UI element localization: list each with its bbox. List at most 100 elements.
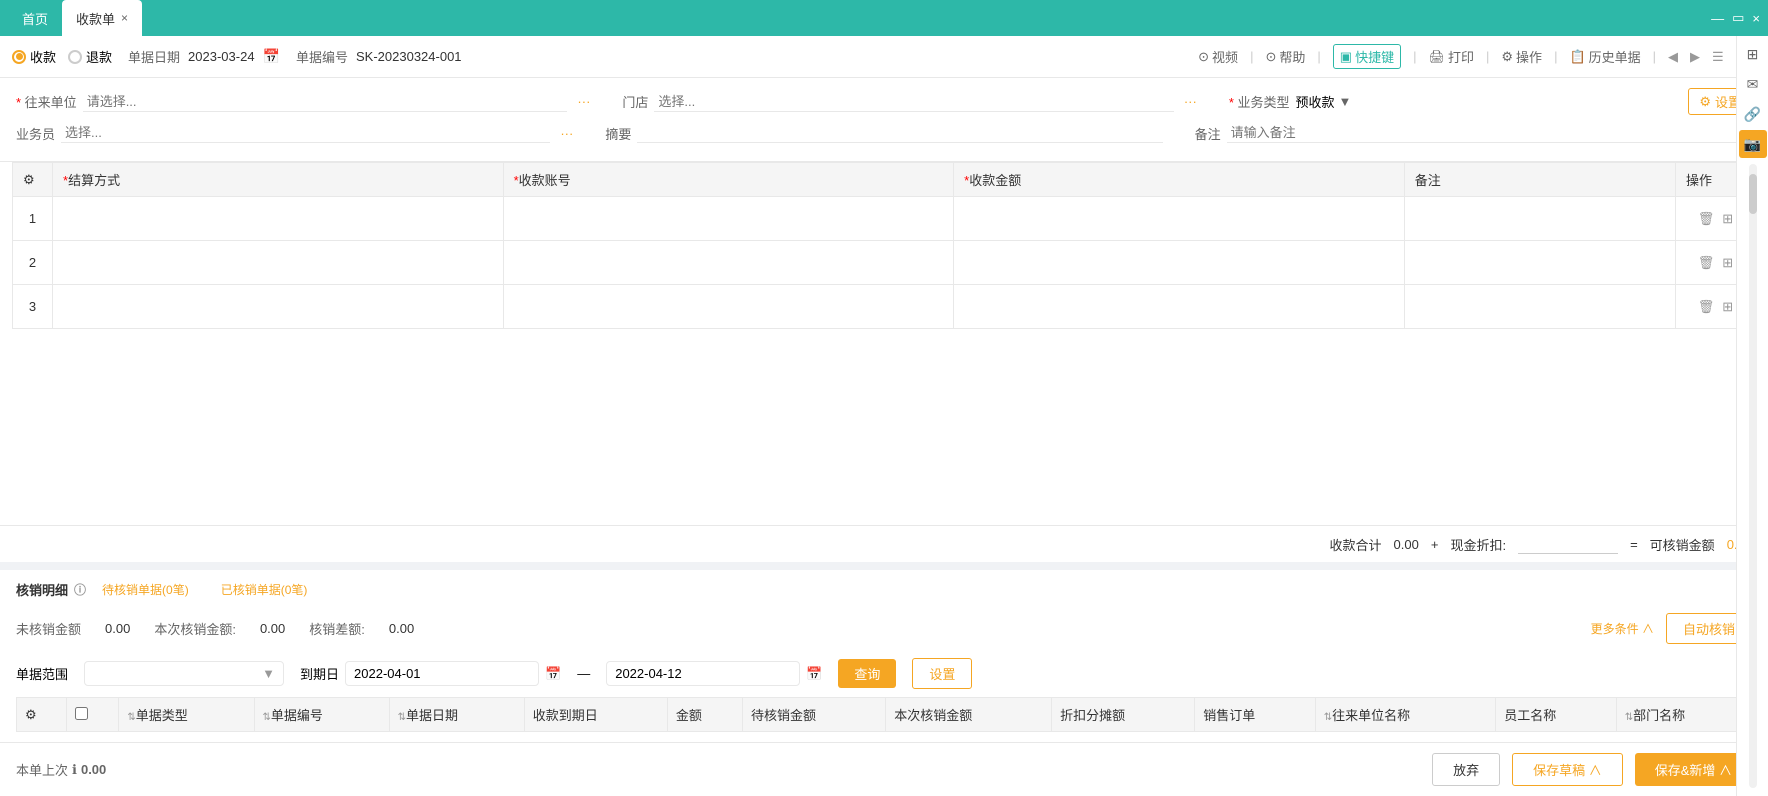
salesman-input[interactable] (61, 123, 550, 143)
row-note-2[interactable] (1404, 241, 1675, 285)
salesman-more-btn[interactable]: ··· (560, 126, 573, 141)
row-account-1[interactable] (503, 197, 954, 241)
sidebar-camera-icon[interactable]: 📷 (1739, 130, 1767, 158)
delete-icon-1[interactable]: 🗑 (1698, 211, 1715, 227)
scrollbar-thumb[interactable] (1749, 174, 1757, 214)
history-icon: 📋 (1569, 49, 1585, 65)
date-to-input[interactable] (606, 661, 800, 686)
prev-arrow[interactable]: ◀ (1668, 49, 1678, 65)
delete-icon-2[interactable]: 🗑 (1698, 255, 1715, 271)
copy-icon-2[interactable]: ⊞ (1722, 255, 1733, 271)
tab-close-btn[interactable]: × (121, 11, 128, 25)
done-tab[interactable]: 已核销单据(0笔) (221, 581, 308, 598)
row-amount-1[interactable] (954, 197, 1405, 241)
table-row: 2 🗑 ⊞ (13, 241, 1756, 285)
history-btn[interactable]: 📋 历史单据 (1569, 47, 1640, 66)
num-label: 单据编号 (296, 47, 348, 66)
range-label: 单据范围 (16, 664, 68, 683)
query-btn[interactable]: 查询 (838, 659, 896, 688)
calendar-from-icon[interactable]: 📅 (545, 666, 561, 682)
col-checkbox-2[interactable] (67, 698, 119, 732)
filter-row: 单据范围 ▼ 到期日 📅 — 📅 查询 设置 (16, 650, 1752, 697)
row-account-3[interactable] (503, 285, 954, 329)
video-btn[interactable]: ⊙ 视频 (1198, 47, 1238, 66)
list-view-icon[interactable]: ☰ (1712, 49, 1724, 65)
radio-refund[interactable]: 退款 (68, 47, 112, 66)
tab-current[interactable]: 收款单 × (62, 0, 142, 36)
counterpart-label: 往来单位 (16, 92, 77, 111)
col-company: ⇅往来单位名称 (1315, 698, 1496, 732)
row-settlement-2[interactable] (53, 241, 504, 285)
more-conditions-btn[interactable]: 更多条件 ∧ (1591, 620, 1654, 637)
col-checkbox-header: ⚙ (17, 698, 67, 732)
delete-icon-3[interactable]: 🗑 (1698, 299, 1715, 315)
verification-info-icon[interactable]: ⓘ (74, 581, 86, 598)
scrollbar-area (1749, 164, 1757, 788)
minimize-btn[interactable]: — (1711, 11, 1724, 26)
row-note-1[interactable] (1404, 197, 1675, 241)
row-amount-2[interactable] (954, 241, 1405, 285)
history-label: 历史单据 (1589, 47, 1641, 66)
col-setting-header[interactable]: ⚙ (13, 163, 53, 197)
copy-icon-3[interactable]: ⊞ (1722, 299, 1733, 315)
radio-collect[interactable]: 收款 (12, 47, 56, 66)
save-new-btn[interactable]: 保存&新增 ∧ (1635, 753, 1752, 786)
counterpart-more-btn[interactable]: ··· (577, 94, 590, 109)
save-draft-label: 保存草稿 ∧ (1533, 760, 1602, 779)
row-settlement-3[interactable] (53, 285, 504, 329)
biz-type-value: 预收款 (1296, 92, 1335, 111)
operation-btn[interactable]: ⚙ 操作 (1501, 47, 1542, 66)
store-input[interactable] (654, 92, 1173, 112)
shortcut-btn[interactable]: ▣ 快捷键 (1333, 44, 1401, 69)
discount-label: 现金折扣: (1450, 535, 1506, 554)
biz-type-select[interactable]: 预收款 ▼ (1296, 92, 1352, 111)
shortcut-label: 快捷键 (1355, 47, 1394, 66)
row-account-2[interactable] (503, 241, 954, 285)
setting-gear-icon[interactable]: ⚙ (25, 707, 37, 722)
note-input[interactable] (1227, 123, 1752, 143)
table-row: 3 🗑 ⊞ (13, 285, 1756, 329)
row-note-3[interactable] (1404, 285, 1675, 329)
main-content: 收款 退款 单据日期 2023-03-24 📅 单据编号 SK-20230324… (0, 36, 1768, 796)
current-value: 0.00 (260, 621, 285, 636)
data-table: ⚙ *结算方式 *收款账号 *收款金额 备注 操作 (12, 162, 1756, 329)
next-arrow[interactable]: ▶ (1690, 49, 1700, 65)
summary-row: 收款合计 0.00 + 现金折扣: = 可核销金额 0.00 (0, 525, 1768, 562)
sidebar-mail-icon[interactable]: ✉ (1739, 70, 1767, 98)
tab-home[interactable]: 首页 (8, 0, 62, 36)
tab-current-label: 收款单 (76, 9, 115, 28)
counterpart-input[interactable] (83, 92, 568, 112)
summary-label: 摘要 (605, 124, 631, 143)
plus-sign: + (1431, 537, 1439, 552)
shortcut-icon: ▣ (1340, 49, 1352, 65)
pending-tab[interactable]: 待核销单据(0笔) (102, 581, 189, 598)
sidebar-table-icon[interactable]: ⊞ (1739, 40, 1767, 68)
save-draft-btn[interactable]: 保存草稿 ∧ (1512, 753, 1623, 786)
setting-btn[interactable]: 设置 (912, 658, 972, 689)
row-amount-3[interactable] (954, 285, 1405, 329)
toolbar: 收款 退款 单据日期 2023-03-24 📅 单据编号 SK-20230324… (0, 36, 1768, 78)
close-btn[interactable]: × (1752, 11, 1760, 26)
calendar-icon[interactable]: 📅 (263, 48, 280, 65)
store-more-btn[interactable]: ··· (1184, 94, 1197, 109)
maximize-btn[interactable]: ▭ (1732, 10, 1744, 26)
diff-label: 核销差额: (309, 619, 365, 638)
stats-row: 未核销金额 0.00 本次核销金额: 0.00 核销差额: 0.00 更多条件 … (16, 607, 1752, 650)
print-btn[interactable]: 🖨 打印 (1428, 47, 1474, 66)
date-from-input[interactable] (345, 661, 539, 686)
calendar-to-icon[interactable]: 📅 (806, 666, 822, 682)
help-btn[interactable]: ⊙ 帮助 (1265, 47, 1305, 66)
footer-amount: 0.00 (81, 762, 106, 777)
sidebar-attachment-icon[interactable]: 🔗 (1739, 100, 1767, 128)
footer-info-icon[interactable]: ℹ (72, 762, 77, 778)
row-settlement-1[interactable] (53, 197, 504, 241)
store-field: 门店 ··· (622, 92, 1196, 112)
discard-btn[interactable]: 放弃 (1432, 753, 1500, 786)
total-value: 0.00 (1394, 537, 1419, 552)
range-select[interactable]: ▼ (84, 661, 284, 686)
discount-input[interactable] (1518, 534, 1618, 554)
summary-input[interactable] (637, 123, 1162, 143)
copy-icon-1[interactable]: ⊞ (1722, 211, 1733, 227)
select-all-checkbox[interactable] (75, 707, 88, 720)
print-icon: 🖨 (1428, 49, 1445, 65)
